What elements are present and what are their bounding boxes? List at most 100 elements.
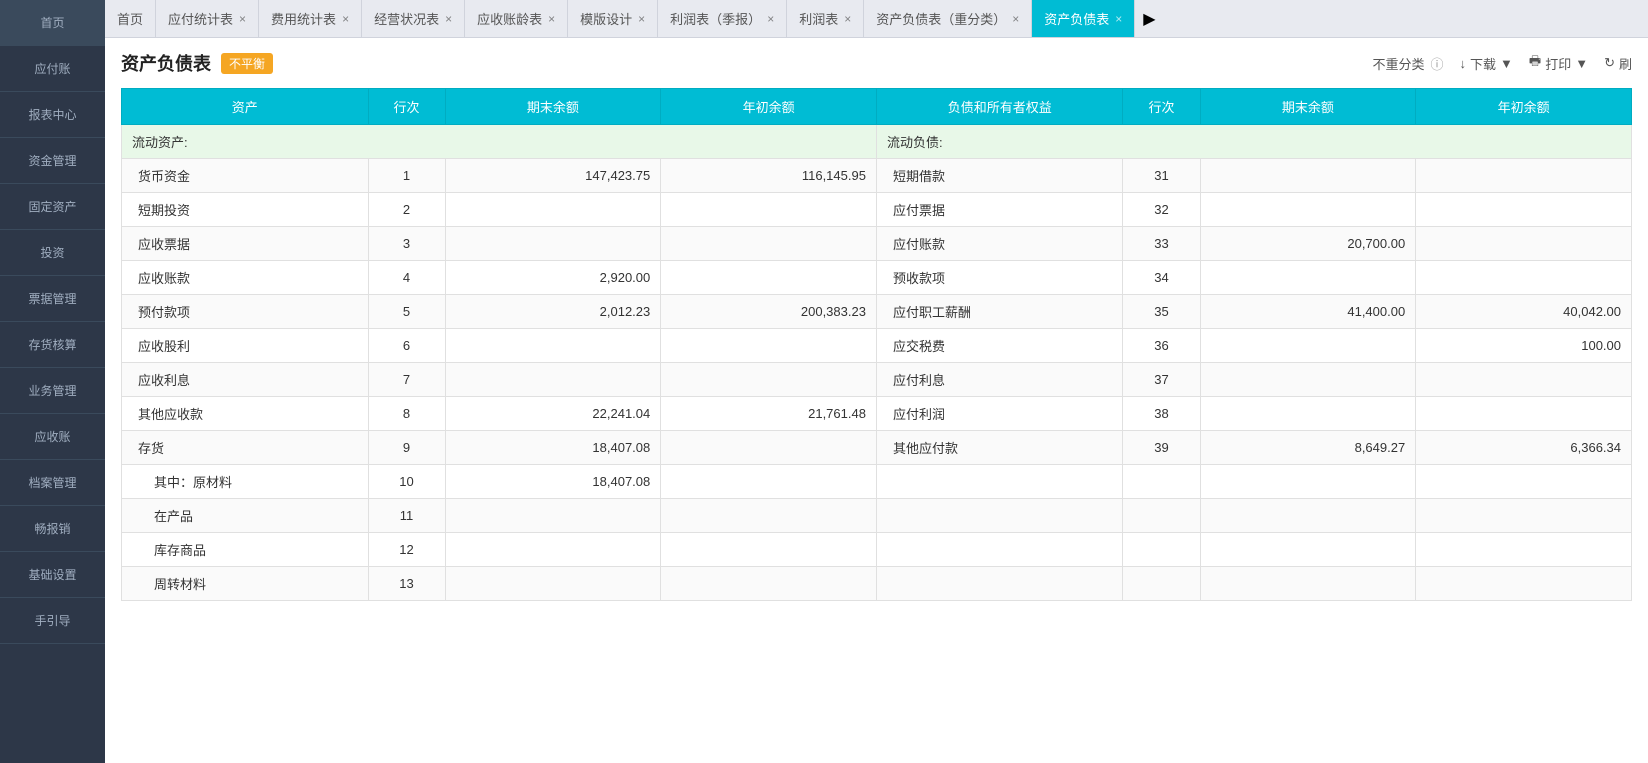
asset-name-cell: 应收账款 xyxy=(122,261,369,295)
sidebar-item-fund[interactable]: 资金管理 xyxy=(0,138,105,184)
sidebar-item-guide[interactable]: 手引导 xyxy=(0,598,105,644)
asset-year-start-cell xyxy=(661,363,877,397)
th-liability: 负债和所有者权益 xyxy=(876,89,1123,125)
tab-balance[interactable]: 资产负债表 × xyxy=(1032,0,1135,38)
liability-period-end-cell: 8,649.27 xyxy=(1200,431,1416,465)
liability-row-num-cell: 33 xyxy=(1123,227,1200,261)
print-label: 打印 xyxy=(1545,54,1571,73)
sidebar-label-report-center: 报表中心 xyxy=(28,108,76,122)
asset-name-cell: 应收利息 xyxy=(122,363,369,397)
asset-row-num-cell: 10 xyxy=(368,465,445,499)
table-row: 存货 9 18,407.08 其他应付款 39 8,649.27 6,366.3… xyxy=(122,431,1632,465)
tab-home[interactable]: 首页 xyxy=(105,0,156,38)
tab-profit-quarterly-label: 利润表（季报） xyxy=(670,9,761,28)
asset-row-num-cell: 5 xyxy=(368,295,445,329)
section-right-label: 流动负债: xyxy=(876,125,1631,159)
liability-name-cell: 预收款项 xyxy=(876,261,1123,295)
sidebar-item-receivable[interactable]: 应收账 xyxy=(0,414,105,460)
liability-name-cell: 应交税费 xyxy=(876,329,1123,363)
liability-name-cell xyxy=(876,465,1123,499)
sidebar-item-sales[interactable]: 畅报销 xyxy=(0,506,105,552)
table-row: 应收票据 3 应付账款 33 20,700.00 xyxy=(122,227,1632,261)
asset-year-start-cell xyxy=(661,533,877,567)
tab-template-design-close[interactable]: × xyxy=(638,12,645,26)
asset-year-start-cell xyxy=(661,261,877,295)
liability-row-num-cell: 34 xyxy=(1123,261,1200,295)
download-btn[interactable]: ↓ 下载 ▼ xyxy=(1460,54,1513,73)
asset-name-cell: 预付款项 xyxy=(122,295,369,329)
asset-period-end-cell xyxy=(445,193,661,227)
liability-year-start-cell xyxy=(1416,193,1632,227)
sidebar-item-ticket[interactable]: 票据管理 xyxy=(0,276,105,322)
tab-business-status[interactable]: 经营状况表 × xyxy=(362,0,465,38)
sidebar-label-archive: 档案管理 xyxy=(28,476,76,490)
asset-name-cell: 存货 xyxy=(122,431,369,465)
refresh-btn[interactable]: ↻ 刷 xyxy=(1604,54,1632,73)
asset-year-start-cell xyxy=(661,329,877,363)
table-row: 应收股利 6 应交税费 36 100.00 xyxy=(122,329,1632,363)
asset-name-cell: 库存商品 xyxy=(122,533,369,567)
asset-period-end-cell: 147,423.75 xyxy=(445,159,661,193)
sidebar-item-fixed-asset[interactable]: 固定资产 xyxy=(0,184,105,230)
liability-year-start-cell xyxy=(1416,499,1632,533)
liability-row-num-cell: 31 xyxy=(1123,159,1200,193)
liability-period-end-cell xyxy=(1200,363,1416,397)
th-row-num2: 行次 xyxy=(1123,89,1200,125)
tab-balance-reclassify-label: 资产负债表（重分类） xyxy=(876,9,1006,28)
asset-year-start-cell xyxy=(661,465,877,499)
table-row: 库存商品 12 xyxy=(122,533,1632,567)
tab-balance-close[interactable]: × xyxy=(1115,12,1122,26)
tab-receivable-aging[interactable]: 应收账龄表 × xyxy=(465,0,568,38)
th-year-start: 年初余额 xyxy=(661,89,877,125)
liability-period-end-cell: 41,400.00 xyxy=(1200,295,1416,329)
asset-period-end-cell: 22,241.04 xyxy=(445,397,661,431)
sidebar-item-home[interactable]: 首页 xyxy=(0,0,105,46)
liability-name-cell xyxy=(876,567,1123,601)
sidebar-item-investment[interactable]: 投资 xyxy=(0,230,105,276)
th-year-start2: 年初余额 xyxy=(1416,89,1632,125)
asset-name-cell: 周转材料 xyxy=(122,567,369,601)
asset-period-end-cell xyxy=(445,499,661,533)
liability-name-cell: 应付票据 xyxy=(876,193,1123,227)
tab-expense-stats-close[interactable]: × xyxy=(342,12,349,26)
header-actions: 不重分类 ⓘ ↓ 下载 ▼ 🖶 打印 ▼ ↻ 刷 xyxy=(1372,52,1632,74)
sidebar: 首页 应付账 报表中心 资金管理 固定资产 投资 票据管理 存货核算 业务管理 … xyxy=(0,0,105,763)
no-reclassify-label: 不重分类 xyxy=(1372,54,1424,73)
tab-expense-stats[interactable]: 费用统计表 × xyxy=(259,0,362,38)
tab-balance-reclassify-close[interactable]: × xyxy=(1012,12,1019,26)
sidebar-item-payable[interactable]: 应付账 xyxy=(0,46,105,92)
sidebar-label-business: 业务管理 xyxy=(28,384,76,398)
sidebar-item-settings[interactable]: 基础设置 xyxy=(0,552,105,598)
liability-name-cell: 应付职工薪酬 xyxy=(876,295,1123,329)
tab-payable-stats-label: 应付统计表 xyxy=(168,9,233,28)
table-row: 应收账款 4 2,920.00 预收款项 34 xyxy=(122,261,1632,295)
liability-row-num-cell: 38 xyxy=(1123,397,1200,431)
no-reclassify-btn[interactable]: 不重分类 ⓘ xyxy=(1372,54,1443,73)
sidebar-label-ticket: 票据管理 xyxy=(28,292,76,306)
tab-payable-stats-close[interactable]: × xyxy=(239,12,246,26)
sidebar-label-investment: 投资 xyxy=(40,246,64,260)
tab-profit[interactable]: 利润表 × xyxy=(787,0,864,38)
tab-template-design[interactable]: 模版设计 × xyxy=(568,0,658,38)
tab-receivable-aging-close[interactable]: × xyxy=(548,12,555,26)
asset-row-num-cell: 6 xyxy=(368,329,445,363)
tab-balance-reclassify[interactable]: 资产负债表（重分类） × xyxy=(864,0,1032,38)
asset-period-end-cell: 2,012.23 xyxy=(445,295,661,329)
sidebar-item-inventory[interactable]: 存货核算 xyxy=(0,322,105,368)
sidebar-item-archive[interactable]: 档案管理 xyxy=(0,460,105,506)
sidebar-item-business[interactable]: 业务管理 xyxy=(0,368,105,414)
sidebar-item-report-center[interactable]: 报表中心 xyxy=(0,92,105,138)
tab-business-status-close[interactable]: × xyxy=(445,12,452,26)
sidebar-label-fixed-asset: 固定资产 xyxy=(28,200,76,214)
tab-payable-stats[interactable]: 应付统计表 × xyxy=(156,0,259,38)
refresh-label: 刷 xyxy=(1619,54,1632,73)
print-btn[interactable]: 🖶 打印 ▼ xyxy=(1529,52,1588,74)
liability-year-start-cell: 6,366.34 xyxy=(1416,431,1632,465)
tab-profit-close[interactable]: × xyxy=(844,12,851,26)
tab-profit-quarterly-close[interactable]: × xyxy=(767,12,774,26)
tab-receivable-aging-label: 应收账龄表 xyxy=(477,9,542,28)
tab-profit-quarterly[interactable]: 利润表（季报） × xyxy=(658,0,787,38)
asset-year-start-cell xyxy=(661,431,877,465)
tab-scroll-right-arrow[interactable]: ▶ xyxy=(1135,9,1163,29)
asset-name-cell: 在产品 xyxy=(122,499,369,533)
